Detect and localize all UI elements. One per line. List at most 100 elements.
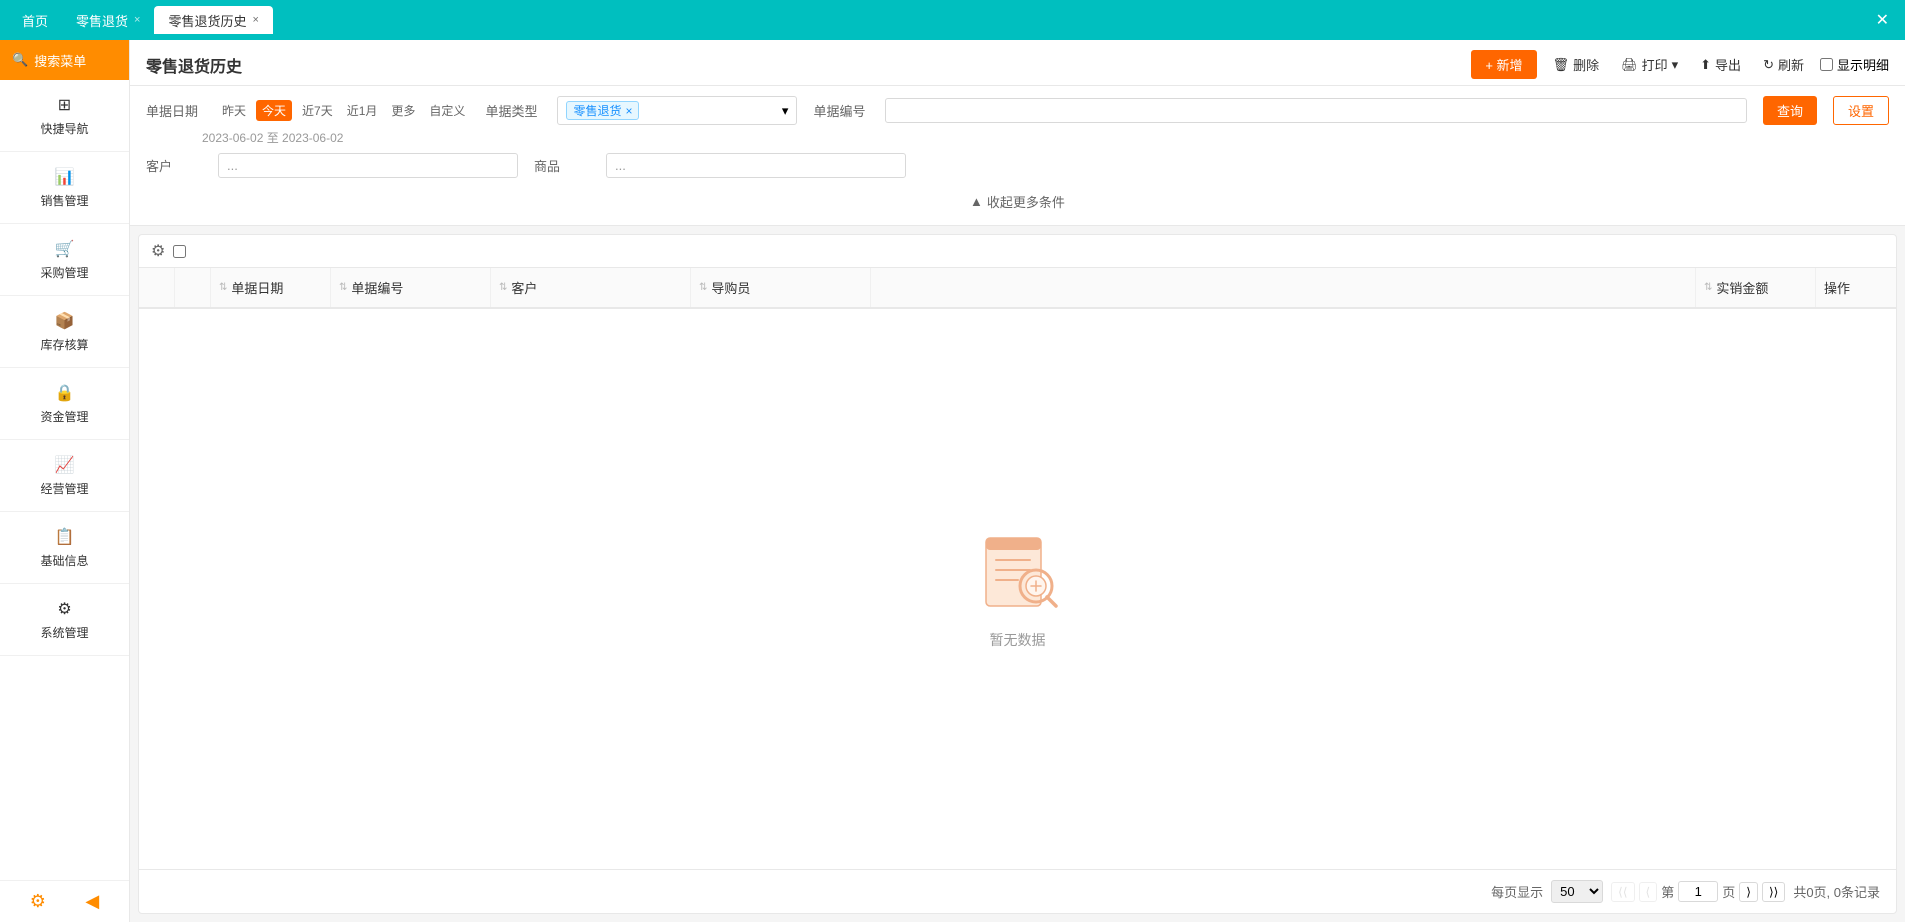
tab-retail-return-history[interactable]: 零售退货历史 ×: [154, 6, 272, 34]
date-opt-custom[interactable]: 自定义: [425, 100, 469, 121]
sidebar-search[interactable]: 🔍 搜索菜单: [0, 40, 129, 80]
table-area: ⚙ ⇅ 单据日期 ⇅ 单据编号 ⇅ 客户: [138, 234, 1897, 914]
refresh-icon: ↻: [1763, 57, 1774, 73]
total-text: 共0页, 0条记录: [1793, 882, 1880, 901]
filter-area: 单据日期 昨天 今天 近7天 近1月 更多 自定义 单据类型 零售退货 ×: [130, 86, 1905, 226]
th-checkbox: [175, 268, 211, 307]
purchase-icon: 🛒: [54, 238, 76, 260]
date-opt-today[interactable]: 今天: [256, 100, 292, 121]
print-icon: 🖨: [1621, 57, 1638, 73]
quick-nav-icon: ⊞: [54, 94, 76, 116]
last-page-button[interactable]: ⟩⟩: [1762, 882, 1785, 902]
delete-button[interactable]: 🗑 删除: [1547, 51, 1606, 78]
sort-guide-icon: ⇅: [699, 282, 707, 293]
sidebar-item-operations[interactable]: 📈 经营管理: [0, 440, 129, 512]
filter-row-1: 单据日期 昨天 今天 近7天 近1月 更多 自定义 单据类型 零售退货 ×: [146, 96, 1889, 125]
date-options: 昨天 今天 近7天 近1月 更多 自定义: [218, 100, 469, 121]
collapse-icon: ▲: [970, 194, 983, 209]
page-label: 页: [1722, 882, 1735, 901]
date-label: 单据日期: [146, 101, 202, 120]
customer-label: 客户: [146, 156, 202, 175]
table-settings-icon[interactable]: ⚙: [151, 241, 165, 261]
sidebar-item-inventory[interactable]: 📦 库存核算: [0, 296, 129, 368]
tab-home[interactable]: 首页: [8, 11, 62, 30]
pagination: 每页显示 50 10 20 100 ⟨⟨ ⟨ 第 页 ⟩ ⟩⟩ 共0页, 0条记…: [139, 869, 1896, 913]
table-toolbar: ⚙: [139, 235, 1896, 268]
goods-select[interactable]: ...: [606, 153, 906, 178]
query-button[interactable]: 查询: [1763, 96, 1817, 125]
sys-mgmt-icon: ⚙: [54, 598, 76, 620]
settings-bottom-icon[interactable]: ⚙: [30, 891, 46, 912]
sidebar-bottom: ⚙ ◀: [0, 880, 129, 922]
date-opt-1month[interactable]: 近1月: [343, 100, 382, 121]
sales-icon: 📊: [54, 166, 76, 188]
page-title: 零售退货历史: [146, 53, 242, 77]
sort-amount-icon: ⇅: [1704, 282, 1712, 293]
main-layout: 🔍 搜索菜单 ⊞ 快捷导航 📊 销售管理 🛒 采购管理 📦 库存核算 🔒 资金管…: [0, 40, 1905, 922]
page-size-label: 每页显示: [1491, 882, 1543, 901]
doc-type-tag-close[interactable]: ×: [625, 104, 632, 118]
finance-icon: 🔒: [54, 382, 76, 404]
collapse-sidebar-icon[interactable]: ◀: [85, 891, 99, 912]
doc-no-label: 单据编号: [813, 101, 869, 120]
doc-no-input[interactable]: [885, 98, 1747, 123]
th-doc-no[interactable]: ⇅ 单据编号: [331, 268, 491, 307]
date-opt-7days[interactable]: 近7天: [298, 100, 337, 121]
select-all-checkbox[interactable]: [173, 245, 186, 258]
refresh-button[interactable]: ↻ 刷新: [1757, 51, 1810, 78]
first-page-button[interactable]: ⟨⟨: [1611, 882, 1634, 902]
top-bar: 首页 零售退货 × 零售退货历史 × ✕: [0, 0, 1905, 40]
window-close-button[interactable]: ✕: [1868, 10, 1897, 30]
new-button[interactable]: + 新增: [1471, 50, 1536, 79]
setting-button[interactable]: 设置: [1833, 96, 1889, 125]
goods-label: 商品: [534, 156, 590, 175]
tab-retail-return[interactable]: 零售退货 ×: [62, 6, 154, 34]
export-button[interactable]: ⬆ 导出: [1694, 51, 1747, 78]
sidebar-item-quick-nav[interactable]: ⊞ 快捷导航: [0, 80, 129, 152]
basic-info-icon: 📋: [54, 526, 76, 548]
collapse-filter-button[interactable]: ▲ 收起更多条件: [970, 188, 1065, 215]
inventory-icon: 📦: [54, 310, 76, 332]
current-page-input[interactable]: [1678, 881, 1718, 902]
sidebar-item-sys-mgmt[interactable]: ⚙ 系统管理: [0, 584, 129, 656]
th-settings: [139, 268, 175, 307]
page-label-pre: 第: [1661, 882, 1674, 901]
th-amount[interactable]: ⇅ 实销金额: [1696, 268, 1816, 307]
prev-page-button[interactable]: ⟨: [1639, 882, 1658, 902]
show-detail-checkbox[interactable]: [1820, 58, 1833, 71]
export-icon: ⬆: [1700, 57, 1711, 73]
print-chevron-icon: ▾: [1672, 57, 1679, 73]
empty-state: 暂无数据: [139, 309, 1896, 869]
sidebar-item-basic-info[interactable]: 📋 基础信息: [0, 512, 129, 584]
filter-row-2: 客户 ... 商品 ...: [146, 153, 1889, 178]
sidebar-item-finance[interactable]: 🔒 资金管理: [0, 368, 129, 440]
doc-type-tag: 零售退货 ×: [566, 101, 639, 120]
print-button[interactable]: 🖨 打印 ▾: [1615, 51, 1684, 78]
doc-type-select[interactable]: 零售退货 × ▾: [557, 96, 797, 125]
table-header: ⇅ 单据日期 ⇅ 单据编号 ⇅ 客户 ⇅ 导购员 ⇅ 实销: [139, 268, 1896, 309]
sidebar-item-purchase-mgmt[interactable]: 🛒 采购管理: [0, 224, 129, 296]
date-range-display: 2023-06-02 至 2023-06-02: [202, 131, 343, 145]
th-guide[interactable]: ⇅ 导购员: [691, 268, 871, 307]
search-icon: 🔍: [12, 52, 28, 68]
date-opt-more[interactable]: 更多: [387, 100, 419, 121]
content-area: 零售退货历史 + 新增 🗑 删除 🖨 打印 ▾ ⬆ 导出 ↻: [130, 40, 1905, 922]
sidebar-item-sales-mgmt[interactable]: 📊 销售管理: [0, 152, 129, 224]
operations-icon: 📈: [54, 454, 76, 476]
th-doc-date[interactable]: ⇅ 单据日期: [211, 268, 331, 307]
th-action: 操作: [1816, 268, 1896, 307]
customer-select[interactable]: ...: [218, 153, 518, 178]
th-spacer: [871, 268, 1696, 307]
show-detail-checkbox-label[interactable]: 显示明细: [1820, 55, 1889, 74]
page-size-select[interactable]: 50 10 20 100: [1551, 880, 1603, 903]
date-opt-yesterday[interactable]: 昨天: [218, 100, 250, 121]
empty-illustration: [968, 528, 1068, 618]
empty-text: 暂无数据: [990, 630, 1046, 650]
sidebar: 🔍 搜索菜单 ⊞ 快捷导航 📊 销售管理 🛒 采购管理 📦 库存核算 🔒 资金管…: [0, 40, 130, 922]
close-tab-retail-return[interactable]: ×: [134, 14, 140, 26]
sort-doc-no-icon: ⇅: [339, 282, 347, 293]
next-page-button[interactable]: ⟩: [1739, 882, 1758, 902]
close-tab-retail-return-history[interactable]: ×: [252, 14, 258, 26]
doc-type-label: 单据类型: [485, 101, 541, 120]
th-customer[interactable]: ⇅ 客户: [491, 268, 691, 307]
